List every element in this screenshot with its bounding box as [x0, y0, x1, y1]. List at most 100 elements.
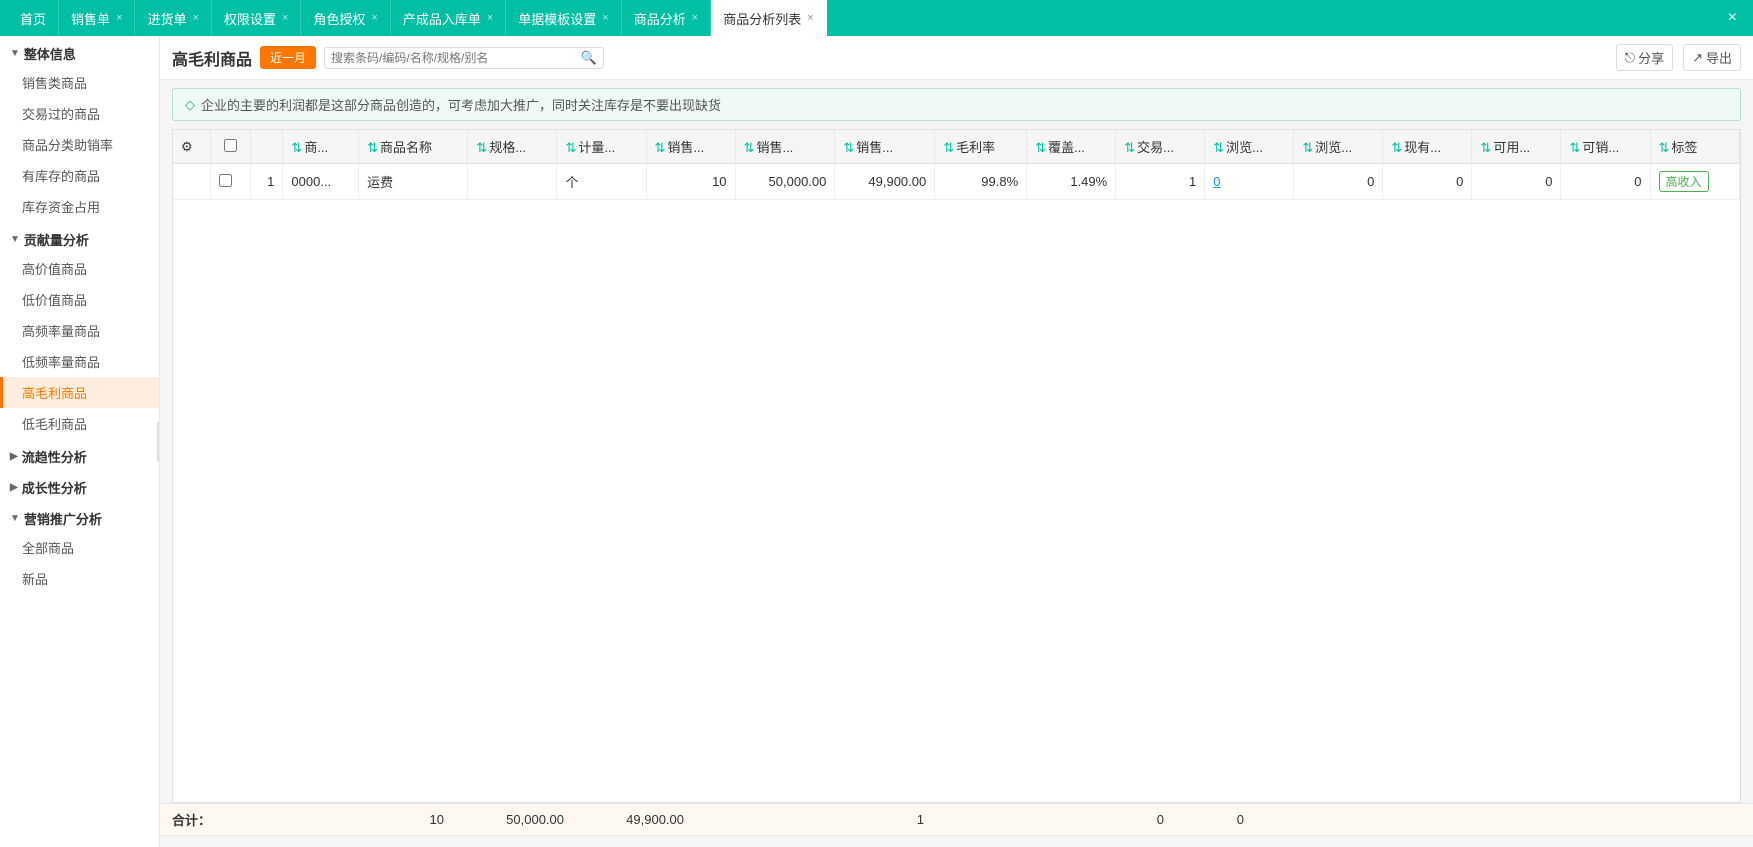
sidebar-item-traded[interactable]: 交易过的商品 — [0, 98, 159, 129]
search-box: 🔍 — [324, 47, 604, 69]
sidebar-section-growth-analysis[interactable]: ▶成长性分析 — [0, 470, 159, 501]
th-code[interactable]: ⇅商... — [283, 130, 359, 164]
th-cover_rate[interactable]: ⇅覆盖... — [1027, 130, 1116, 164]
cell-unit: 个 — [557, 164, 646, 200]
close-tab-product-entry-button[interactable]: × — [487, 12, 493, 24]
total-sales-amount: 50,000.00 — [452, 812, 572, 827]
cell-browse1: 0 — [1205, 164, 1294, 200]
section-label-wealth-analysis: 贡献量分析 — [24, 230, 89, 249]
close-tab-sales-button[interactable]: × — [116, 12, 122, 24]
product-table: ⚙⇅商...⇅商品名称⇅规格...⇅计量...⇅销售...⇅销售...⇅销售..… — [173, 130, 1740, 200]
total-current-stock: 0 — [1092, 812, 1172, 827]
sidebar-item-stock-fund[interactable]: 库存资金占用 — [0, 191, 159, 222]
th-sales_qty[interactable]: ⇅销售... — [646, 130, 735, 164]
tag-badge: 高收入 — [1659, 171, 1709, 192]
cell-sales_cost: 49,900.00 — [835, 164, 935, 200]
nav-tab-product-analysis-list[interactable]: 商品分析列表× — [711, 0, 826, 36]
th-browse2[interactable]: ⇅浏览... — [1294, 130, 1383, 164]
section-arrow-wealth-analysis: ▼ — [10, 234, 20, 245]
cell-tag: 高收入 — [1650, 164, 1740, 200]
th-transaction[interactable]: ⇅交易... — [1116, 130, 1205, 164]
total-sales-qty-value: 10 — [372, 812, 452, 827]
total-available: 0 — [1172, 812, 1252, 827]
header-actions: ⎋ 分享 ↗ 导出 — [1616, 44, 1741, 71]
browse1-link[interactable]: 0 — [1213, 174, 1220, 189]
total-label: 合计： — [172, 810, 232, 829]
top-navigation: 首页销售单×进货单×权限设置×角色授权×产成品入库单×单据模板设置×商品分析×商… — [0, 0, 1753, 36]
th-row_num — [251, 130, 283, 164]
sidebar-section-overall[interactable]: ▼整体信息 — [0, 36, 159, 67]
share-icon: ⎋ — [1625, 50, 1635, 66]
sidebar-item-analysis-rate[interactable]: 商品分类助销率 — [0, 129, 159, 160]
sidebar-item-high-freq[interactable]: 高频率量商品 — [0, 315, 159, 346]
th-name[interactable]: ⇅商品名称 — [359, 130, 468, 164]
nav-tab-product-entry[interactable]: 产成品入库单× — [391, 0, 506, 36]
sidebar-section-marketing-analysis[interactable]: ▼营销推广分析 — [0, 501, 159, 532]
data-table-wrapper[interactable]: ⚙⇅商...⇅商品名称⇅规格...⇅计量...⇅销售...⇅销售...⇅销售..… — [172, 129, 1741, 803]
sidebar-section-trend-analysis[interactable]: ▶ 流趋性分析 — [0, 439, 159, 470]
th-sales_cost[interactable]: ⇅销售... — [835, 130, 935, 164]
cell-settings — [173, 164, 211, 200]
th-tag[interactable]: ⇅标签 — [1650, 130, 1740, 164]
th-available[interactable]: ⇅可用... — [1472, 130, 1561, 164]
sidebar-item-in-stock[interactable]: 有库存的商品 — [0, 160, 159, 191]
row-checkbox[interactable] — [219, 174, 232, 187]
page-title: 高毛利商品 — [172, 46, 252, 70]
search-input[interactable] — [331, 51, 581, 65]
th-sellable[interactable]: ⇅可销... — [1561, 130, 1650, 164]
th-checkbox — [211, 130, 251, 164]
cell-name: 运费 — [359, 164, 468, 200]
nav-tab-purchase[interactable]: 进货单× — [135, 0, 211, 36]
sidebar-item-selling[interactable]: 销售类商品 — [0, 67, 159, 98]
close-tab-purchase-button[interactable]: × — [192, 12, 198, 24]
content-area: 高毛利商品 近一月 🔍 ⎋ 分享 ↗ 导出 ◇ 企业的主要的利润都是这部分商品创… — [160, 36, 1753, 847]
cell-cover_rate: 1.49% — [1027, 164, 1116, 200]
th-current_stock[interactable]: ⇅现有... — [1383, 130, 1472, 164]
close-tab-product-analysis-button[interactable]: × — [692, 12, 698, 24]
sidebar-collapse-button[interactable]: 《 — [157, 422, 160, 462]
filter-period-button[interactable]: 近一月 — [260, 46, 316, 69]
footer-total: 合计： 10 50,000.00 49,900.00 1 0 0 — [160, 803, 1753, 835]
sidebar-section-wealth-analysis[interactable]: ▼ 贡献量分析 — [0, 222, 159, 253]
sidebar-item-high-value[interactable]: 高价值商品 — [0, 253, 159, 284]
nav-tab-sales[interactable]: 销售单× — [59, 0, 135, 36]
sidebar-item-new-products[interactable]: 新品 — [0, 563, 159, 594]
close-tab-role-auth-button[interactable]: × — [371, 12, 377, 24]
nav-tab-home[interactable]: 首页 — [8, 0, 59, 36]
select-all-checkbox[interactable] — [224, 139, 237, 152]
cell-spec — [468, 164, 557, 200]
nav-tab-role-auth[interactable]: 角色授权× — [301, 0, 390, 36]
section-label-trend-analysis: 流趋性分析 — [22, 447, 87, 466]
th-sales_amount[interactable]: ⇅销售... — [735, 130, 835, 164]
export-button[interactable]: ↗ 导出 — [1683, 44, 1741, 71]
cell-row_num: 1 — [251, 164, 283, 200]
sidebar-item-high-margin[interactable]: 高毛利商品 — [0, 377, 159, 408]
th-margin_rate[interactable]: ⇅毛利率 — [935, 130, 1027, 164]
close-tab-template-settings-button[interactable]: × — [602, 12, 608, 24]
th-settings: ⚙ — [173, 130, 211, 164]
search-icon[interactable]: 🔍 — [581, 50, 597, 66]
sidebar-item-low-freq[interactable]: 低频率量商品 — [0, 346, 159, 377]
sidebar-item-low-value[interactable]: 低价值商品 — [0, 284, 159, 315]
close-all-tabs-button[interactable]: × — [1720, 9, 1745, 27]
th-browse1[interactable]: ⇅浏览... — [1205, 130, 1294, 164]
th-spec[interactable]: ⇅规格... — [468, 130, 557, 164]
sidebar-item-all-products[interactable]: 全部商品 — [0, 532, 159, 563]
cell-code: 0000... — [283, 164, 359, 200]
horizontal-scrollbar[interactable] — [160, 835, 1753, 847]
nav-tab-auth-settings[interactable]: 权限设置× — [212, 0, 301, 36]
sidebar-item-low-margin[interactable]: 低毛利商品 — [0, 408, 159, 439]
close-tab-product-analysis-list-button[interactable]: × — [807, 12, 813, 24]
close-tab-auth-settings-button[interactable]: × — [282, 12, 288, 24]
th-unit[interactable]: ⇅计量... — [557, 130, 646, 164]
cell-available: 0 — [1472, 164, 1561, 200]
nav-tab-product-analysis[interactable]: 商品分析× — [622, 0, 711, 36]
export-icon: ↗ — [1692, 50, 1703, 66]
nav-tab-template-settings[interactable]: 单据模板设置× — [506, 0, 621, 36]
cell-margin_rate: 99.8% — [935, 164, 1027, 200]
settings-icon[interactable]: ⚙ — [181, 139, 193, 154]
section-arrow-trend-analysis: ▶ — [10, 451, 18, 462]
share-button[interactable]: ⎋ 分享 — [1616, 44, 1673, 71]
section-arrow-growth-analysis: ▶ — [10, 482, 18, 493]
content-header: 高毛利商品 近一月 🔍 ⎋ 分享 ↗ 导出 — [160, 36, 1753, 80]
